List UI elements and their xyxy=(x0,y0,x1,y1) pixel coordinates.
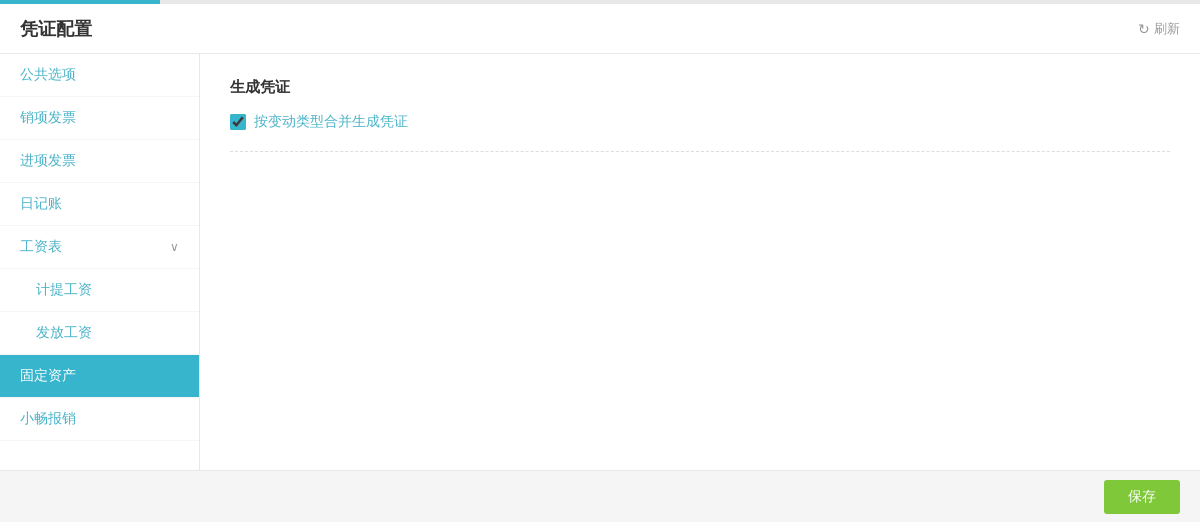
sidebar-item-pay-salary[interactable]: 发放工资 xyxy=(0,312,199,355)
page-footer: 保存 xyxy=(0,470,1200,522)
sidebar-item-label: 销项发票 xyxy=(20,109,76,127)
top-tab-active-indicator xyxy=(0,0,160,4)
page-title: 凭证配置 xyxy=(20,17,92,41)
refresh-label: 刷新 xyxy=(1154,20,1180,38)
sidebar-item-sales-invoice[interactable]: 销项发票 xyxy=(0,97,199,140)
sidebar-item-label: 工资表 xyxy=(20,238,62,256)
sidebar-item-label: 固定资产 xyxy=(20,367,76,385)
content-area: 生成凭证 按变动类型合并生成凭证 xyxy=(200,54,1200,470)
sidebar-item-label: 公共选项 xyxy=(20,66,76,84)
sidebar-item-label: 小畅报销 xyxy=(20,410,76,428)
top-tab-bar xyxy=(0,0,1200,4)
refresh-icon: ↻ xyxy=(1138,21,1150,37)
section-title: 生成凭证 xyxy=(230,78,1170,97)
sidebar-item-fixed-assets[interactable]: 固定资产 xyxy=(0,355,199,398)
save-button[interactable]: 保存 xyxy=(1104,480,1180,514)
sidebar-item-label: 日记账 xyxy=(20,195,62,213)
sidebar-item-label: 发放工资 xyxy=(36,324,92,342)
sidebar-item-journal[interactable]: 日记账 xyxy=(0,183,199,226)
sidebar: 公共选项销项发票进项发票日记账工资表 ∨ 计提工资发放工资固定资产小畅报销 xyxy=(0,54,200,470)
sidebar-item-purchase-invoice[interactable]: 进项发票 xyxy=(0,140,199,183)
section-divider xyxy=(230,151,1170,152)
sidebar-item-calc-salary[interactable]: 计提工资 xyxy=(0,269,199,312)
merge-checkbox-label[interactable]: 按变动类型合并生成凭证 xyxy=(254,113,408,131)
refresh-button[interactable]: ↻ 刷新 xyxy=(1138,20,1180,38)
sidebar-item-payroll[interactable]: 工资表 ∨ xyxy=(0,226,199,269)
sidebar-item-label: 进项发票 xyxy=(20,152,76,170)
chevron-down-icon: ∨ xyxy=(170,240,179,254)
checkbox-row: 按变动类型合并生成凭证 xyxy=(230,113,1170,131)
merge-checkbox[interactable] xyxy=(230,114,246,130)
page-header: 凭证配置 ↻ 刷新 xyxy=(0,4,1200,54)
main-layout: 公共选项销项发票进项发票日记账工资表 ∨ 计提工资发放工资固定资产小畅报销 生成凭证… xyxy=(0,54,1200,470)
sidebar-item-reimbursement[interactable]: 小畅报销 xyxy=(0,398,199,441)
sidebar-item-label: 计提工资 xyxy=(36,281,92,299)
sidebar-item-public[interactable]: 公共选项 xyxy=(0,54,199,97)
